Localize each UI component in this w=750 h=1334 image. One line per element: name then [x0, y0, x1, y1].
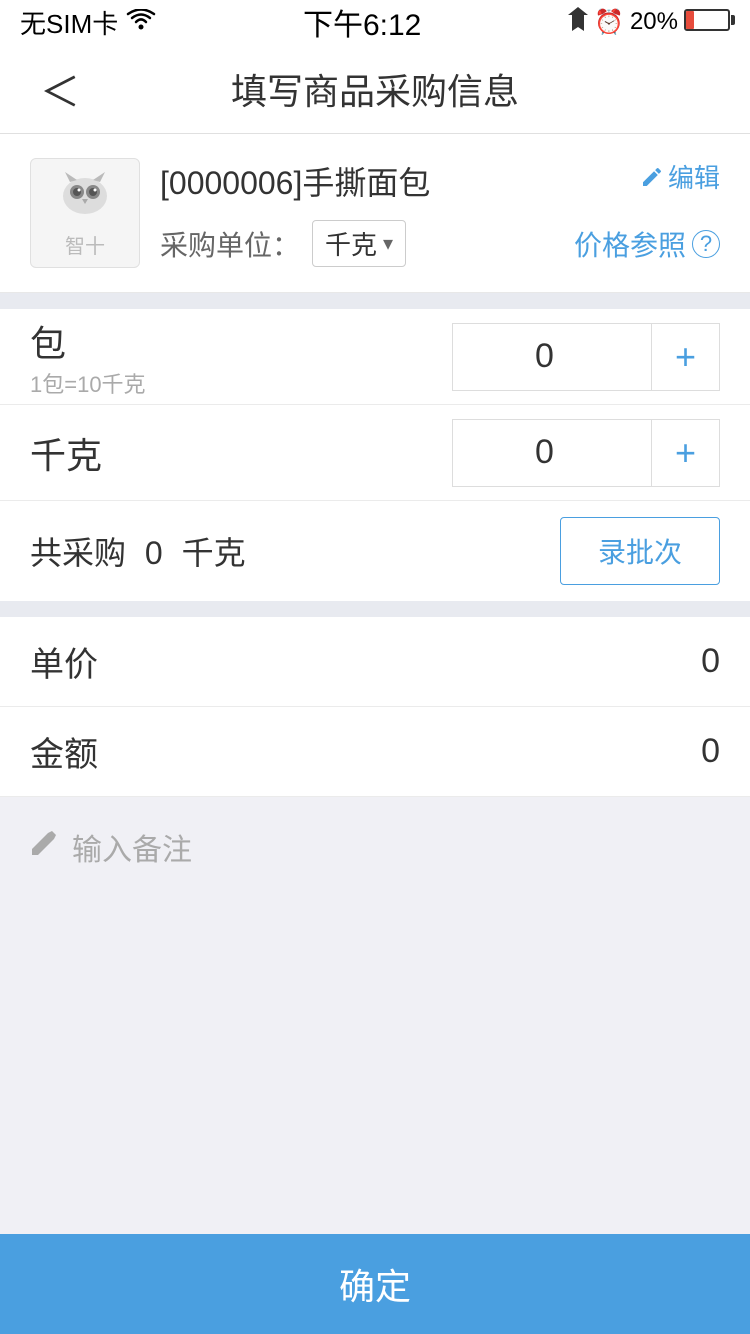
kg-input-control: +: [452, 419, 720, 487]
input-section: 包 1包=10千克 + 千克 + 共采购 0 千克 录批次: [0, 309, 750, 601]
bag-quantity-input[interactable]: [452, 323, 652, 391]
nav-bar: ＜ 填写商品采购信息: [0, 44, 750, 134]
product-card: 智十 [0000006]手撕面包 编辑 采购单位： 千克 ▾ 价格参照: [0, 134, 750, 293]
record-batch-label: 录批次: [598, 531, 682, 571]
product-logo-icon: [55, 168, 115, 226]
product-unit-row: 采购单位： 千克 ▾ 价格参照 ?: [160, 220, 720, 267]
total-unit: 千克: [182, 535, 246, 571]
kg-label: 千克: [30, 427, 102, 479]
unit-select[interactable]: 千克 ▾: [312, 220, 406, 267]
unit-price-value: 0: [701, 642, 720, 681]
edit-button[interactable]: 编辑: [640, 158, 720, 195]
help-icon: ?: [692, 230, 720, 258]
dropdown-icon: ▾: [383, 231, 393, 256]
kg-plus-button[interactable]: +: [652, 419, 720, 487]
confirm-button[interactable]: 确定: [0, 1234, 750, 1334]
status-right: ⏰ 20%: [568, 7, 730, 38]
edit-label: 编辑: [668, 158, 720, 195]
total-row: 共采购 0 千克 录批次: [0, 501, 750, 601]
total-amount: 0: [145, 535, 163, 571]
status-bar: 无SIM卡 下午6:12 ⏰ 20%: [0, 0, 750, 44]
back-button[interactable]: ＜: [30, 50, 90, 128]
product-image: 智十: [30, 158, 140, 268]
total-text: 共采购 0 千克: [30, 528, 246, 574]
bag-plus-button[interactable]: +: [652, 323, 720, 391]
battery-icon: [684, 8, 730, 36]
unit-label: 采购单位：: [160, 224, 300, 264]
amount-label: 金额: [30, 727, 98, 776]
info-section: 单价 0 金额 0: [0, 617, 750, 797]
confirm-label: 确定: [339, 1258, 411, 1310]
kg-label-group: 千克: [30, 427, 102, 479]
unit-value: 千克: [325, 225, 377, 262]
kg-quantity-input[interactable]: [452, 419, 652, 487]
status-time: 下午6:12: [303, 0, 421, 44]
product-info: [0000006]手撕面包 编辑 采购单位： 千克 ▾ 价格参照 ?: [160, 158, 720, 267]
product-name: [0000006]手撕面包: [160, 158, 430, 204]
signal-text: 无SIM卡: [20, 4, 118, 41]
product-image-label: 智十: [65, 230, 105, 259]
product-header: [0000006]手撕面包 编辑: [160, 158, 720, 204]
bag-input-row: 包 1包=10千克 +: [0, 309, 750, 405]
pencil-icon: [30, 829, 58, 865]
section-divider-1: [0, 293, 750, 309]
amount-value: 0: [701, 732, 720, 771]
wifi-icon: [126, 7, 156, 38]
battery-percentage: 20%: [630, 8, 678, 36]
page-title: 填写商品采购信息: [231, 63, 519, 115]
bag-label: 包: [30, 315, 146, 367]
remarks-placeholder: 输入备注: [72, 825, 192, 869]
bag-input-control: +: [452, 323, 720, 391]
remarks-section[interactable]: 输入备注: [0, 797, 750, 897]
price-ref-label: 价格参照: [574, 224, 686, 264]
price-ref-button[interactable]: 价格参照 ?: [574, 224, 720, 264]
record-batch-button[interactable]: 录批次: [560, 517, 720, 585]
amount-row: 金额 0: [0, 707, 750, 797]
total-label: 共采购: [30, 535, 126, 571]
bag-label-group: 包 1包=10千克: [30, 315, 146, 399]
status-left: 无SIM卡: [20, 4, 156, 41]
alarm-icon: ⏰: [594, 8, 624, 37]
unit-price-label: 单价: [30, 637, 98, 686]
location-icon: [568, 7, 588, 38]
unit-price-row: 单价 0: [0, 617, 750, 707]
bag-sub-label: 1包=10千克: [30, 367, 146, 399]
section-divider-2: [0, 601, 750, 617]
kg-input-row: 千克 +: [0, 405, 750, 501]
